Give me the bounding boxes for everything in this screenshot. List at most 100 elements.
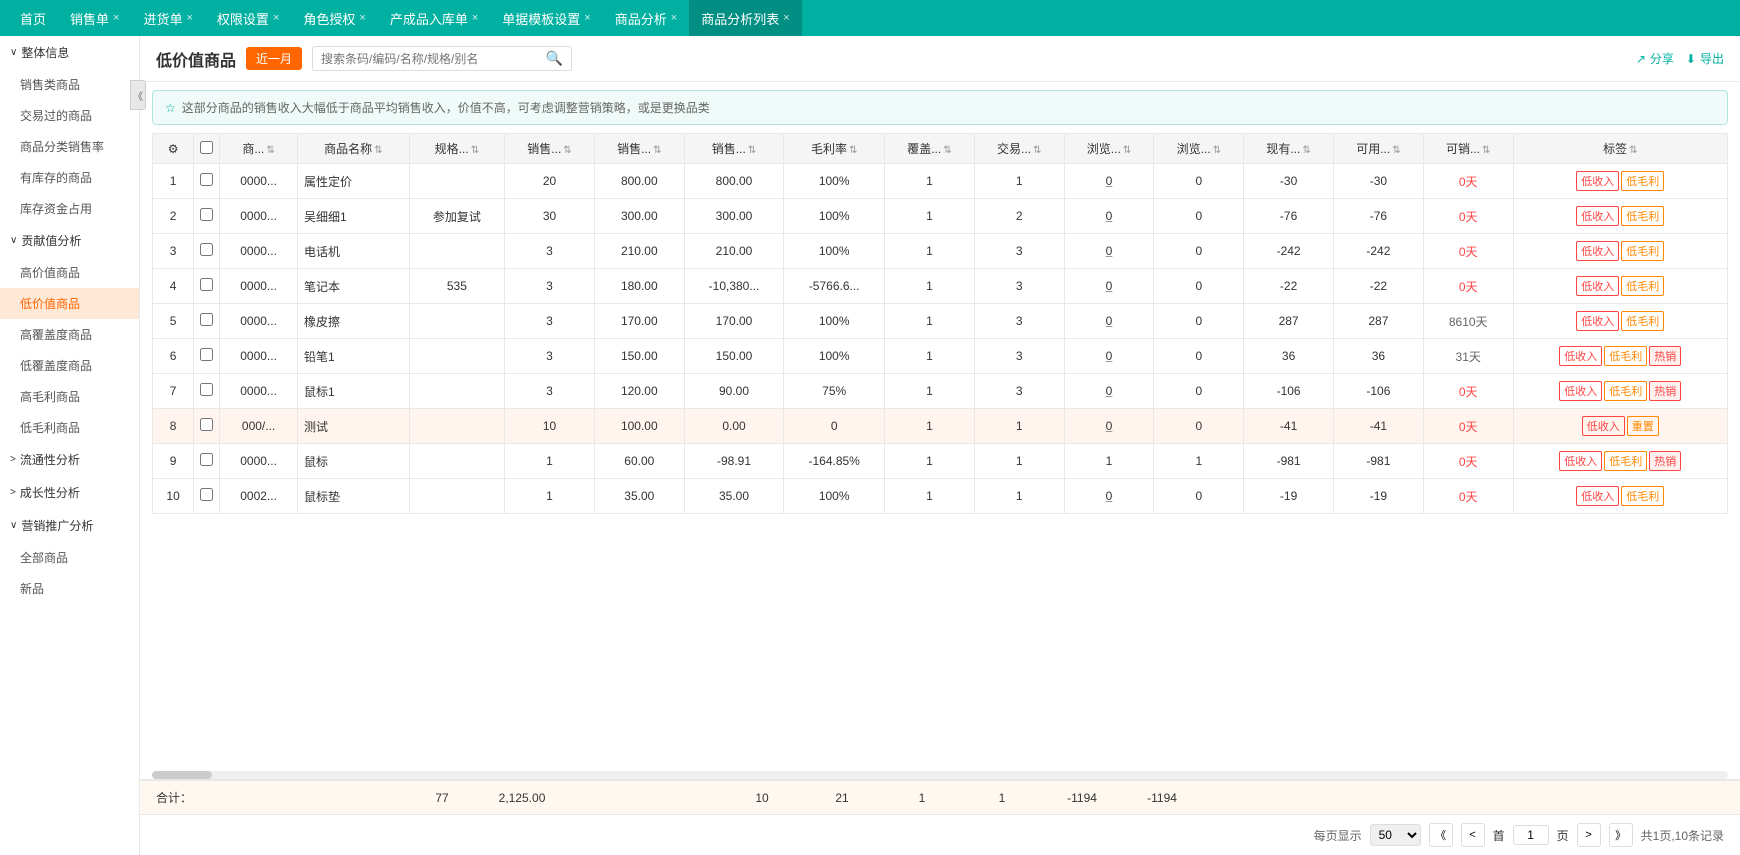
cell-code: 0002... [220, 479, 298, 514]
time-filter-button[interactable]: 近一月 [246, 47, 302, 70]
sidebar-item-low-profit[interactable]: 低毛利商品 [0, 412, 139, 443]
th-trade[interactable]: 交易...⇅ [974, 134, 1064, 164]
nav-template-setting[interactable]: 单据模板设置 × [490, 0, 602, 36]
scroll-thumb[interactable] [152, 771, 212, 779]
th-tags[interactable]: 标签⇅ [1513, 134, 1727, 164]
sidebar-item-low-value[interactable]: 低价值商品 [0, 288, 139, 319]
sidebar-item-new-goods[interactable]: 新品 [0, 573, 139, 604]
cell-profit-rate: -5766.6... [784, 269, 885, 304]
close-icon[interactable]: × [783, 12, 789, 24]
nav-purchase-order[interactable]: 进货单 × [131, 0, 204, 36]
cell-checkbox[interactable] [194, 409, 220, 444]
sidebar-item-all-goods[interactable]: 全部商品 [0, 542, 139, 573]
nav-product-analysis-list[interactable]: 商品分析列表 × [689, 0, 801, 36]
nav-product-instock[interactable]: 产成品入库单 × [378, 0, 490, 36]
row-checkbox[interactable] [200, 418, 213, 431]
cell-sale2: 300.00 [594, 199, 684, 234]
th-name[interactable]: 商品名称⇅ [297, 134, 409, 164]
search-icon[interactable]: 🔍 [546, 50, 563, 67]
nav-sales-order[interactable]: 销售单 × [58, 0, 131, 36]
export-button[interactable]: ⬇ 导出 [1686, 50, 1724, 67]
cell-browse1[interactable]: 0 [1064, 339, 1154, 374]
cell-browse1[interactable]: 0 [1064, 479, 1154, 514]
th-spec[interactable]: 规格...⇅ [409, 134, 504, 164]
th-sale1[interactable]: 销售...⇅ [505, 134, 595, 164]
cell-checkbox[interactable] [194, 234, 220, 269]
sidebar-item-stock-goods[interactable]: 有库存的商品 [0, 162, 139, 193]
select-all-checkbox[interactable] [200, 141, 213, 154]
sidebar-group-overall[interactable]: ∨ 整体信息 [0, 36, 139, 69]
close-icon[interactable]: × [671, 12, 677, 24]
cell-checkbox[interactable] [194, 444, 220, 479]
row-checkbox[interactable] [200, 313, 213, 326]
nav-role-auth[interactable]: 角色授权 × [291, 0, 377, 36]
cell-browse1[interactable]: 0 [1064, 164, 1154, 199]
search-input[interactable] [321, 52, 540, 66]
th-sale3[interactable]: 销售...⇅ [684, 134, 784, 164]
cell-checkbox[interactable] [194, 374, 220, 409]
page-number-input[interactable] [1513, 825, 1549, 845]
close-icon[interactable]: × [359, 12, 365, 24]
nav-home[interactable]: 首页 [8, 0, 58, 36]
cell-browse1[interactable]: 0 [1064, 199, 1154, 234]
sidebar-item-stock-capital[interactable]: 库存资金占用 [0, 193, 139, 224]
sidebar-item-traded-goods[interactable]: 交易过的商品 [0, 100, 139, 131]
next-page-button[interactable]: > [1577, 823, 1601, 847]
cell-browse1[interactable]: 0 [1064, 409, 1154, 444]
th-settings[interactable]: ⚙ [153, 134, 194, 164]
sidebar-group-circulation[interactable]: > 流通性分析 [0, 443, 139, 476]
cell-browse1[interactable]: 0 [1064, 374, 1154, 409]
close-icon[interactable]: × [113, 12, 119, 24]
nav-product-analysis[interactable]: 商品分析 × [603, 0, 689, 36]
close-icon[interactable]: × [472, 12, 478, 24]
first-page-button[interactable]: 《 [1429, 823, 1453, 847]
th-browse2[interactable]: 浏览...⇅ [1154, 134, 1244, 164]
sidebar-group-contribution[interactable]: ∨ 贡献值分析 [0, 224, 139, 257]
sidebar-group-growth[interactable]: > 成长性分析 [0, 476, 139, 509]
sidebar-item-high-coverage[interactable]: 高覆盖度商品 [0, 319, 139, 350]
last-page-button[interactable]: 》 [1609, 823, 1633, 847]
th-coverage[interactable]: 覆盖...⇅ [885, 134, 975, 164]
row-checkbox[interactable] [200, 208, 213, 221]
row-checkbox[interactable] [200, 173, 213, 186]
close-icon[interactable]: × [273, 12, 279, 24]
cell-checkbox[interactable] [194, 199, 220, 234]
th-sellable[interactable]: 可销...⇅ [1423, 134, 1513, 164]
row-checkbox[interactable] [200, 383, 213, 396]
th-profit-rate[interactable]: 毛利率⇅ [784, 134, 885, 164]
prev-page-button[interactable]: < [1461, 823, 1485, 847]
share-button[interactable]: ↗ 分享 [1636, 50, 1674, 67]
th-sale2[interactable]: 销售...⇅ [594, 134, 684, 164]
cell-checkbox[interactable] [194, 304, 220, 339]
row-checkbox[interactable] [200, 243, 213, 256]
cell-checkbox[interactable] [194, 479, 220, 514]
th-available[interactable]: 可用...⇅ [1334, 134, 1424, 164]
horizontal-scrollbar[interactable] [152, 771, 1728, 779]
close-icon[interactable]: × [584, 12, 590, 24]
close-icon[interactable]: × [186, 12, 192, 24]
th-browse1[interactable]: 浏览...⇅ [1064, 134, 1154, 164]
row-checkbox[interactable] [200, 278, 213, 291]
th-current[interactable]: 现有...⇅ [1244, 134, 1334, 164]
cell-checkbox[interactable] [194, 164, 220, 199]
sidebar-item-high-value[interactable]: 高价值商品 [0, 257, 139, 288]
row-checkbox[interactable] [200, 348, 213, 361]
cell-browse1[interactable]: 0 [1064, 304, 1154, 339]
cell-browse1[interactable]: 0 [1064, 269, 1154, 304]
nav-permission[interactable]: 权限设置 × [205, 0, 291, 36]
sidebar-item-low-coverage[interactable]: 低覆盖度商品 [0, 350, 139, 381]
page-size-select[interactable]: 50 100 200 [1370, 824, 1421, 846]
cell-checkbox[interactable] [194, 339, 220, 374]
sidebar-group-marketing[interactable]: ∨ 营销推广分析 [0, 509, 139, 542]
sidebar-collapse-button[interactable]: 《 [130, 80, 146, 110]
th-checkbox[interactable] [194, 134, 220, 164]
sidebar-item-sales-goods[interactable]: 销售类商品 [0, 69, 139, 100]
cell-browse1[interactable]: 1 [1064, 444, 1154, 479]
sidebar-item-high-profit[interactable]: 高毛利商品 [0, 381, 139, 412]
cell-checkbox[interactable] [194, 269, 220, 304]
row-checkbox[interactable] [200, 488, 213, 501]
sidebar-item-category-sales-rate[interactable]: 商品分类销售率 [0, 131, 139, 162]
cell-browse1[interactable]: 0 [1064, 234, 1154, 269]
th-code[interactable]: 商...⇅ [220, 134, 298, 164]
row-checkbox[interactable] [200, 453, 213, 466]
